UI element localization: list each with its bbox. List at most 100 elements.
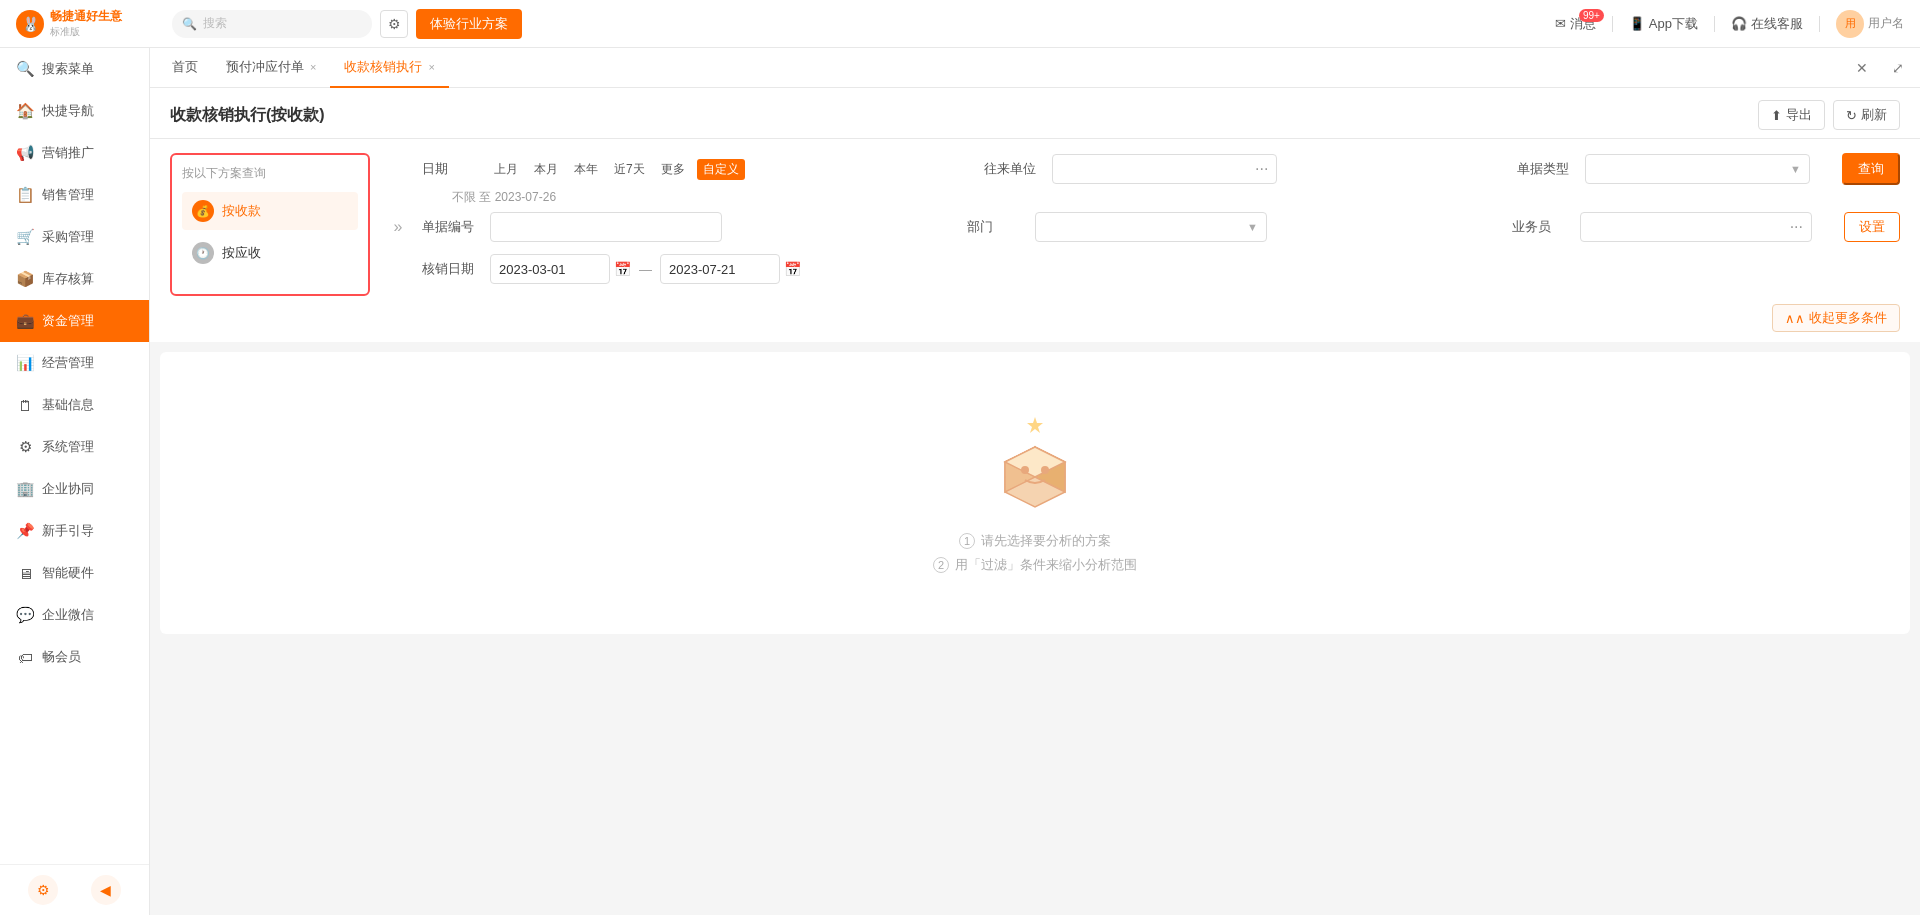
sidebar-bottom: ⚙ ◀ — [0, 864, 149, 915]
empty-state: 1 请先选择要分析的方案 2 用「过滤」条件来缩小分析范围 — [160, 352, 1910, 634]
sidebar-item-wechat[interactable]: 💬 企业微信 — [0, 594, 149, 636]
step-2-num: 2 — [933, 557, 949, 573]
date-btn-this-year[interactable]: 本年 — [570, 159, 602, 180]
app-download-btn[interactable]: 📱 App下载 — [1629, 15, 1698, 33]
headset-icon: 🎧 — [1731, 16, 1747, 31]
dept-label: 部门 — [967, 218, 1019, 236]
sidebar-item-enterprise[interactable]: 🏢 企业协同 — [0, 468, 149, 510]
tab-home[interactable]: 首页 — [158, 48, 212, 88]
doc-no-label: 单据编号 — [422, 218, 474, 236]
cal-end-icon[interactable]: 📅 — [784, 261, 801, 277]
counterparty-label: 往来单位 — [984, 160, 1036, 178]
sidebar-item-sales[interactable]: 📋 销售管理 — [0, 174, 149, 216]
sidebar-item-basic-info[interactable]: 🗒 基础信息 — [0, 384, 149, 426]
setting-btn[interactable]: 设置 — [1844, 212, 1900, 242]
doc-type-chevron: ▼ — [1790, 163, 1801, 175]
sidebar-item-inventory[interactable]: 📦 库存核算 — [0, 258, 149, 300]
sidebar-item-operations[interactable]: 📊 经营管理 — [0, 342, 149, 384]
date-btn-7days[interactable]: 近7天 — [610, 159, 649, 180]
layout: 🔍 搜索菜单 🏠 快捷导航 📢 营销推广 📋 销售管理 🛒 采购管理 📦 库存核… — [0, 48, 1920, 915]
counterparty-dots[interactable]: ··· — [1255, 160, 1268, 178]
expand-tab-btn[interactable]: ⤢ — [1884, 54, 1912, 82]
staff-dots[interactable]: ··· — [1790, 218, 1803, 236]
empty-hint-1: 1 请先选择要分析的方案 — [959, 532, 1111, 550]
svg-point-5 — [1041, 466, 1049, 474]
search-bar[interactable]: 🔍 搜索 — [172, 10, 372, 38]
sidebar-item-purchase[interactable]: 🛒 采购管理 — [0, 216, 149, 258]
tab-bar: 首页 预付冲应付单 × 收款核销执行 × ✕ ⤢ — [150, 48, 1920, 88]
receipt-icon: 💰 — [192, 200, 214, 222]
dept-select[interactable]: ▼ — [1035, 212, 1267, 242]
username-label: 用户名 — [1868, 15, 1904, 32]
sidebar-collapse-btn[interactable]: ◀ — [91, 875, 121, 905]
sidebar: 🔍 搜索菜单 🏠 快捷导航 📢 营销推广 📋 销售管理 🛒 采购管理 📦 库存核… — [0, 48, 150, 915]
filter-option-receipt[interactable]: 💰 按收款 — [182, 192, 358, 230]
tab-prepaid-close[interactable]: × — [310, 61, 316, 73]
date-range-note: 不限 至 2023-07-26 — [452, 189, 1900, 206]
filter-panel: 按以下方案查询 💰 按收款 🕐 按应收 » 日期 — [150, 139, 1920, 304]
sidebar-item-system[interactable]: ⚙ 系统管理 — [0, 426, 149, 468]
verify-date-start-input[interactable] — [490, 254, 610, 284]
doc-type-select[interactable]: ▼ — [1585, 154, 1810, 184]
close-tab-btn[interactable]: ✕ — [1848, 54, 1876, 82]
settings-icon[interactable]: ⚙ — [380, 10, 408, 38]
date-btn-custom[interactable]: 自定义 — [697, 159, 745, 180]
sidebar-item-guide[interactable]: 📌 新手引导 — [0, 510, 149, 552]
online-service-btn[interactable]: 🎧 在线客服 — [1731, 15, 1803, 33]
page-area: 收款核销执行(按收款) ⬆ 导出 ↻ 刷新 — [150, 88, 1920, 915]
doc-type-label: 单据类型 — [1517, 160, 1569, 178]
sidebar-item-marketing[interactable]: 📢 营销推广 — [0, 132, 149, 174]
date-btn-last-month[interactable]: 上月 — [490, 159, 522, 180]
enterprise-icon: 🏢 — [16, 480, 34, 498]
refresh-btn[interactable]: ↻ 刷新 — [1833, 100, 1900, 130]
collapse-conditions-btn[interactable]: ∧∧ 收起更多条件 — [1772, 304, 1900, 332]
tab-receipt-verify-close[interactable]: × — [428, 61, 434, 73]
staff-select[interactable]: ··· — [1580, 212, 1812, 242]
search-icon: 🔍 — [182, 17, 197, 31]
sidebar-settings-btn[interactable]: ⚙ — [28, 875, 58, 905]
date-btns: 上月 本月 本年 近7天 更多 自定义 — [490, 159, 745, 180]
date-dash: — — [639, 262, 652, 277]
empty-hint-2: 2 用「过滤」条件来缩小分析范围 — [933, 556, 1137, 574]
page-title: 收款核销执行(按收款) — [170, 105, 325, 126]
export-btn[interactable]: ⬆ 导出 — [1758, 100, 1825, 130]
verify-date-label: 核销日期 — [422, 260, 474, 278]
sales-icon: 📋 — [16, 186, 34, 204]
filter-collapse-btn[interactable]: » — [390, 157, 406, 296]
verify-date-end-input[interactable] — [660, 254, 780, 284]
cal-start-icon[interactable]: 📅 — [614, 261, 631, 277]
step-1-num: 1 — [959, 533, 975, 549]
finance-icon: 💼 — [16, 312, 34, 330]
filter-option-receivable[interactable]: 🕐 按应收 — [182, 234, 358, 272]
divider3 — [1819, 16, 1820, 32]
filter-row-3: 核销日期 📅 — 📅 — [422, 254, 1900, 284]
basic-info-icon: 🗒 — [16, 397, 34, 414]
message-btn[interactable]: ✉ 消息 99+ — [1555, 15, 1596, 33]
dept-chevron: ▼ — [1247, 221, 1258, 233]
logo-icon: 🐰 — [16, 10, 44, 38]
sidebar-item-member[interactable]: 🏷 畅会员 — [0, 636, 149, 678]
chevron-up-icon: ∧∧ — [1785, 311, 1805, 326]
sidebar-item-finance[interactable]: 💼 资金管理 — [0, 300, 149, 342]
receivable-icon: 🕐 — [192, 242, 214, 264]
export-icon: ⬆ — [1771, 108, 1782, 123]
doc-no-input[interactable] — [490, 212, 722, 242]
date-btn-more[interactable]: 更多 — [657, 159, 689, 180]
system-icon: ⚙ — [16, 438, 34, 456]
page-title-row: 收款核销执行(按收款) ⬆ 导出 ↻ 刷新 — [170, 100, 1900, 138]
sidebar-item-hardware[interactable]: 🖥 智能硬件 — [0, 552, 149, 594]
top-right-actions: ✉ 消息 99+ 📱 App下载 🎧 在线客服 用 用户名 — [1555, 10, 1904, 38]
user-avatar[interactable]: 用 用户名 — [1836, 10, 1904, 38]
counterparty-select[interactable]: ··· — [1052, 154, 1277, 184]
query-btn[interactable]: 查询 — [1842, 153, 1900, 185]
date-btn-this-month[interactable]: 本月 — [530, 159, 562, 180]
sidebar-item-quick-nav[interactable]: 🏠 快捷导航 — [0, 90, 149, 132]
tab-receipt-verify[interactable]: 收款核销执行 × — [330, 48, 448, 88]
avatar: 用 — [1836, 10, 1864, 38]
sidebar-item-search-menu[interactable]: 🔍 搜索菜单 — [0, 48, 149, 90]
tab-bar-actions: ✕ ⤢ — [1848, 54, 1912, 82]
tab-prepaid[interactable]: 预付冲应付单 × — [212, 48, 330, 88]
industry-btn[interactable]: 体验行业方案 — [416, 9, 522, 39]
filter-right-panel: 日期 上月 本月 本年 近7天 更多 自定义 往来单位 — [422, 153, 1900, 296]
purchase-icon: 🛒 — [16, 228, 34, 246]
